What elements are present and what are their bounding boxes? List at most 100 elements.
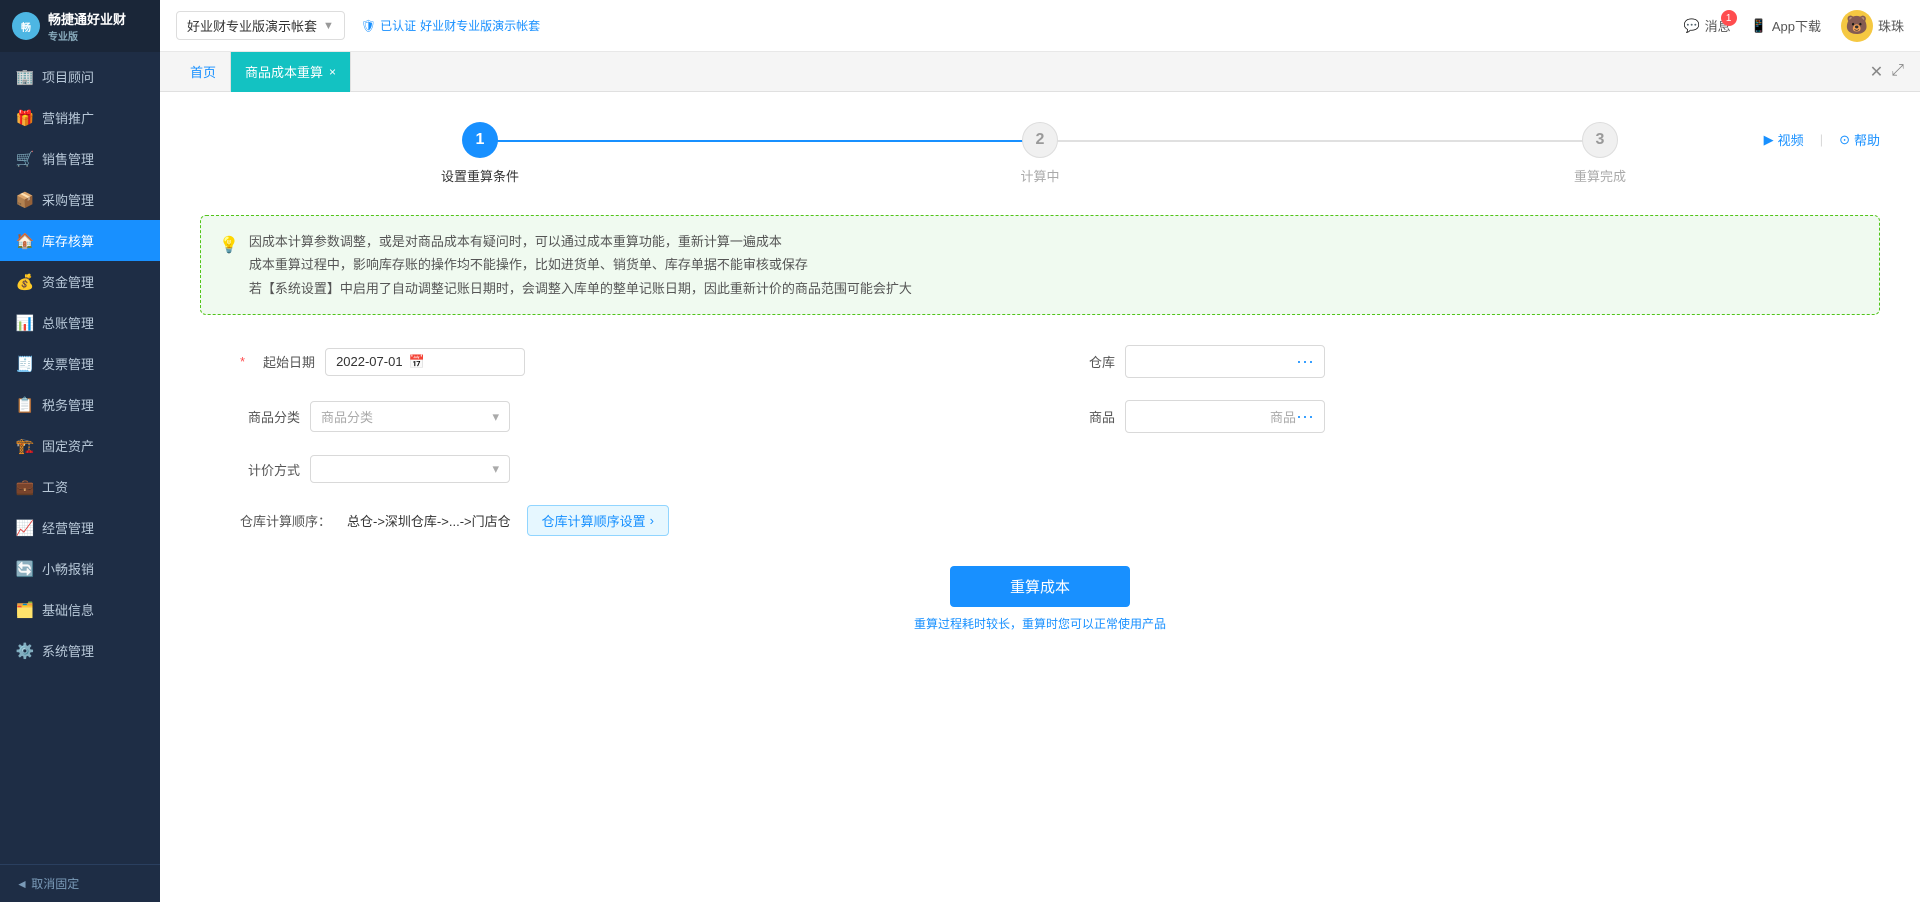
goods-input[interactable]: 商品 ···: [1125, 400, 1325, 433]
sidebar-title-group: 畅捷通好业财 专业版: [48, 9, 126, 43]
calendar-icon[interactable]: 📅: [409, 354, 425, 370]
help-link[interactable]: ⊙ 帮助: [1839, 130, 1880, 149]
info-box: 💡 因成本计算参数调整，或是对商品成本有疑问时，可以通过成本重算功能，重新计算一…: [200, 215, 1880, 315]
sidebar-header: 畅 畅捷通好业财 专业版: [0, 0, 160, 52]
submit-button[interactable]: 重算成本: [950, 566, 1130, 607]
warehouse-order-row: 仓库计算顺序： 总仓->深圳仓库->...->门店仓 仓库计算顺序设置 ›: [240, 505, 1840, 536]
assets-icon: 🏗️: [16, 437, 34, 455]
sidebar-item-label: 库存核算: [42, 231, 94, 250]
accounting-icon: 📊: [16, 314, 34, 332]
sidebar-item-finance[interactable]: 💰资金管理: [0, 261, 160, 302]
tab-bar: 首页 商品成本重算 × ✕ ⤢: [160, 52, 1920, 92]
sidebar-item-purchase[interactable]: 📦采购管理: [0, 179, 160, 220]
account-selector[interactable]: 好业财专业版演示帐套 ▼: [176, 11, 345, 40]
start-date-input[interactable]: 2022-07-01 📅: [325, 348, 525, 376]
sidebar-item-assets[interactable]: 🏗️固定资产: [0, 425, 160, 466]
sidebar-item-label: 采购管理: [42, 190, 94, 209]
video-link[interactable]: ▶ 视频: [1764, 130, 1804, 149]
chevron-down-icon: ▼: [323, 20, 334, 32]
price-method-label: 计价方式: [240, 460, 300, 479]
price-method-select[interactable]: ▾: [310, 455, 510, 483]
sidebar-item-marketing[interactable]: 🎁 营销推广: [0, 97, 160, 138]
avatar: 🐻: [1841, 10, 1873, 42]
sidebar-item-operations[interactable]: 📈经营管理: [0, 507, 160, 548]
close-window-icon[interactable]: ✕: [1870, 62, 1883, 82]
system-icon: ⚙️: [16, 642, 34, 660]
category-select[interactable]: 商品分类 ▾: [310, 401, 510, 432]
sidebar-item-inventory[interactable]: 🏠库存核算: [0, 220, 160, 261]
account-selector-label: 好业财专业版演示帐套: [187, 16, 317, 35]
content-area: 1 设置重算条件 2 计算中 3 重算完成 ▶ 视频 |: [160, 92, 1920, 902]
sidebar-item-label: 销售管理: [42, 149, 94, 168]
sidebar-item-salary[interactable]: 💼工资: [0, 466, 160, 507]
category-label: 商品分类: [240, 407, 300, 426]
sidebar-item-label: 税务管理: [42, 395, 94, 414]
goods-placeholder: 商品: [1270, 407, 1296, 426]
start-date-value: 2022-07-01: [336, 354, 403, 369]
start-date-field: * 起始日期 2022-07-01 📅: [240, 348, 1025, 376]
bulb-icon: 💡: [219, 232, 239, 300]
sidebar-item-accounting[interactable]: 📊总账管理: [0, 302, 160, 343]
sidebar-footer[interactable]: ◄ 取消固定: [0, 864, 160, 902]
info-line: 成本重算过程中，影响库存账的操作均不能操作，比如进货单、销货单、库存单据不能审核…: [249, 253, 912, 276]
finance-icon: 💰: [16, 273, 34, 291]
info-text: 因成本计算参数调整，或是对商品成本有疑问时，可以通过成本重算功能，重新计算一遍成…: [249, 230, 912, 300]
expand-icon[interactable]: ⤢: [1891, 62, 1904, 82]
step-3-circle: 3: [1582, 122, 1618, 158]
marketing-icon: 🎁: [16, 109, 34, 127]
step-1: 1 设置重算条件: [200, 122, 760, 185]
operations-icon: 📈: [16, 519, 34, 537]
step-3-label: 重算完成: [1574, 166, 1626, 185]
price-method-field: 计价方式 ▾: [240, 455, 1025, 483]
sidebar-item-label: 营销推广: [42, 108, 94, 127]
sidebar-item-label: 小畅报销: [42, 559, 94, 578]
main-area: 好业财专业版演示帐套 ▼ 🛡 已认证 好业财专业版演示帐套 💬 消息 1 📱 A…: [160, 0, 1920, 902]
sidebar-item-label: 工资: [42, 477, 68, 496]
message-badge: 1: [1721, 10, 1737, 26]
sidebar-item-label: 项目顾问: [42, 67, 94, 86]
step-2-label: 计算中: [1020, 166, 1059, 185]
sidebar-item-sales[interactable]: 🛒销售管理: [0, 138, 160, 179]
warehouse-ellipsis-icon[interactable]: ···: [1296, 351, 1314, 372]
goods-field: 商品 商品 ···: [1055, 400, 1840, 433]
tab-home[interactable]: 首页: [176, 52, 231, 92]
message-button[interactable]: 💬 消息 1: [1683, 16, 1730, 35]
verified-account-name: 好业财专业版演示帐套: [420, 17, 540, 34]
warehouse-order-settings-button[interactable]: 仓库计算顺序设置 ›: [527, 505, 669, 536]
warehouse-field: 仓库 ···: [1055, 345, 1840, 378]
warehouse-input[interactable]: ···: [1125, 345, 1325, 378]
warehouse-order-btn-label: 仓库计算顺序设置: [542, 511, 646, 530]
logo-icon: 畅: [12, 12, 40, 40]
goods-ellipsis-icon[interactable]: ···: [1296, 406, 1314, 427]
price-method-chevron-icon: ▾: [492, 461, 499, 477]
goods-label: 商品: [1055, 407, 1115, 426]
user-name: 珠珠: [1878, 16, 1904, 35]
warehouse-order-value: 总仓->深圳仓库->...->门店仓: [347, 511, 511, 530]
topbar: 好业财专业版演示帐套 ▼ 🛡 已认证 好业财专业版演示帐套 💬 消息 1 📱 A…: [160, 0, 1920, 52]
form-row-1: * 起始日期 2022-07-01 📅 仓库 ···: [240, 345, 1840, 378]
start-date-label: 起始日期: [255, 352, 315, 371]
sidebar-item-tax[interactable]: 📋 税务管理: [0, 384, 160, 425]
sidebar-item-expense[interactable]: 🔄 小畅报销: [0, 548, 160, 589]
sidebar-item-label: 系统管理: [42, 641, 94, 660]
tab-goods-cost[interactable]: 商品成本重算 ×: [231, 52, 351, 92]
user-avatar-button[interactable]: 🐻 珠珠: [1841, 10, 1904, 42]
unpin-label: ◄ 取消固定: [16, 875, 79, 892]
sidebar-item-system[interactable]: ⚙️ 系统管理: [0, 630, 160, 671]
sidebar-item-project[interactable]: 🏢项目顾问: [0, 56, 160, 97]
verified-label: 已认证: [380, 17, 416, 34]
sidebar-item-label: 基础信息: [42, 600, 94, 619]
info-line: 若【系统设置】中启用了自动调整记账日期时，会调整入库单的整单记账日期，因此重新计…: [249, 277, 912, 300]
sidebar-item-invoice[interactable]: 🧾发票管理: [0, 343, 160, 384]
sidebar-nav: 🏢项目顾问 🎁 营销推广 🛒销售管理📦采购管理🏠库存核算💰资金管理📊总账管理🧾发票管理…: [0, 52, 160, 864]
category-placeholder: 商品分类: [321, 407, 373, 426]
steps-right-actions: ▶ 视频 | ⊙ 帮助: [1764, 130, 1880, 149]
tax-icon: 📋: [16, 396, 34, 414]
info-line: 因成本计算参数调整，或是对商品成本有疑问时，可以通过成本重算功能，重新计算一遍成…: [249, 230, 912, 253]
app-download-button[interactable]: 📱 App下载: [1751, 16, 1821, 35]
sidebar-item-basic[interactable]: 🗂️基础信息: [0, 589, 160, 630]
category-chevron-icon: ▾: [492, 409, 499, 425]
tab-close-icon[interactable]: ×: [329, 65, 336, 79]
tab-right-actions: ✕ ⤢: [1870, 62, 1904, 82]
expense-icon: 🔄: [16, 560, 34, 578]
